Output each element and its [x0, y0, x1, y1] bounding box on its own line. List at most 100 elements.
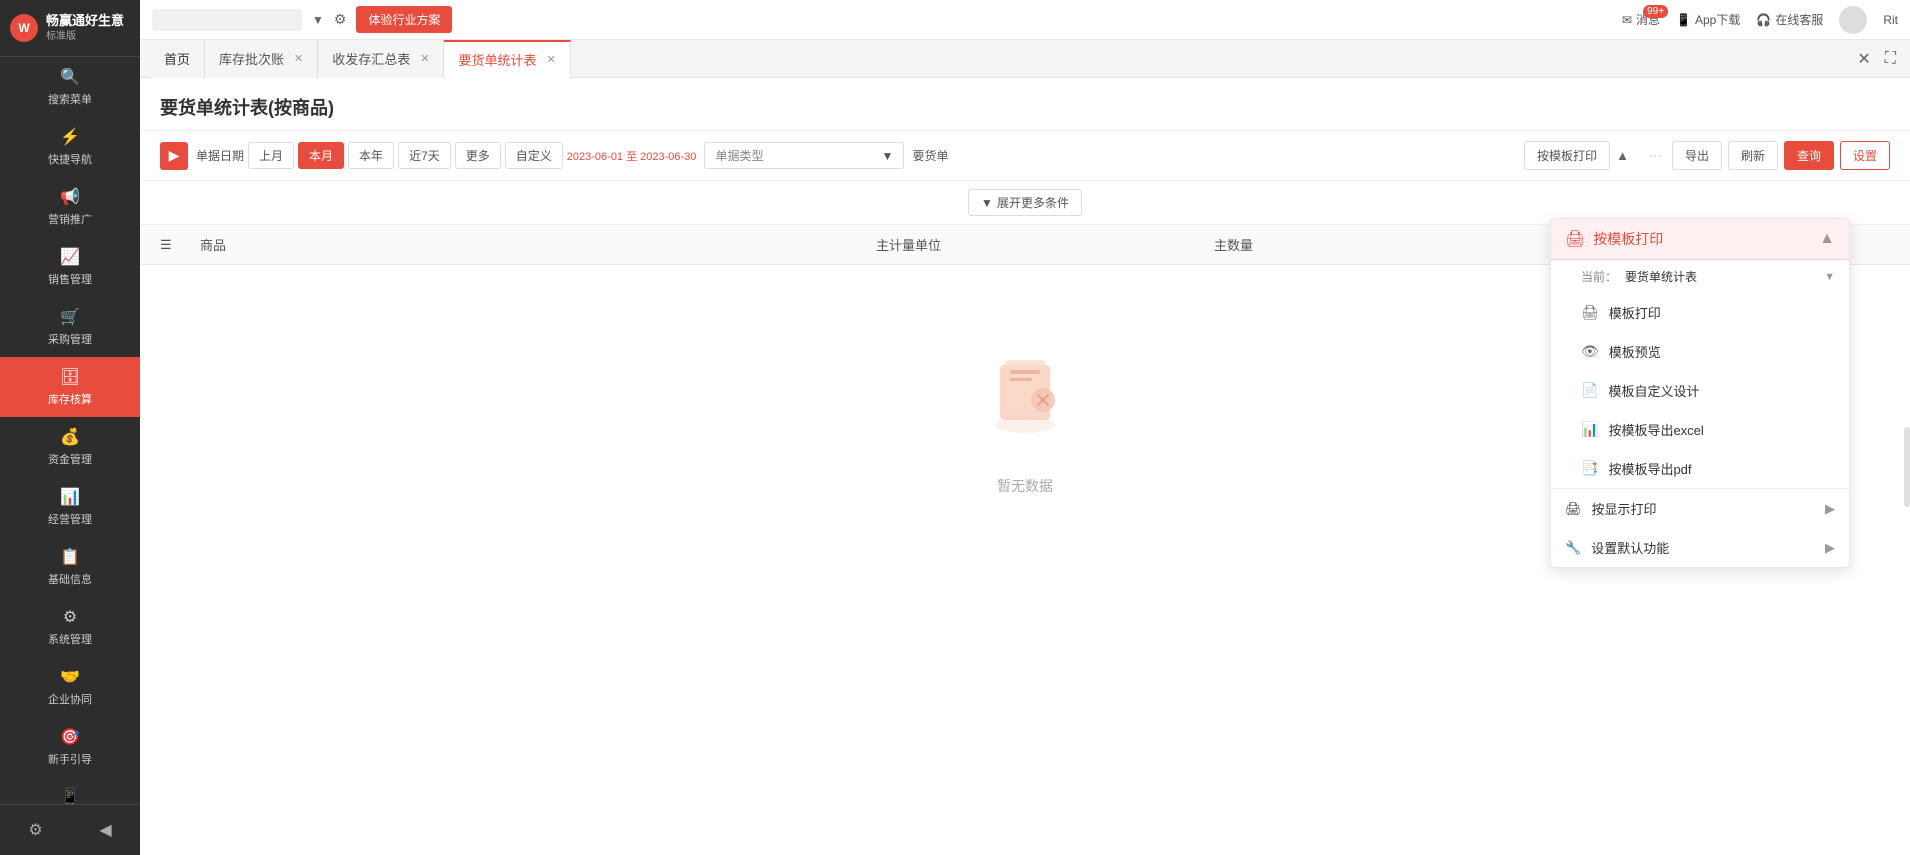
sidebar-item-quick-nav[interactable]: ⚡ 快捷导航 — [0, 117, 140, 177]
display-print-arrow-icon: ▶ — [1825, 501, 1835, 517]
date-btn-custom[interactable]: 自定义 — [505, 142, 563, 169]
dropdown-item-export-excel[interactable]: 📊 按模板导出excel — [1551, 410, 1849, 449]
template-preview-label: 模板预览 — [1609, 342, 1661, 361]
sidebar-item-label-finance: 资金管理 — [48, 451, 92, 467]
topbar: ▼ ⚙ 体验行业方案 ✉ 消息 99+ 📱 App下载 🎧 在线客服 Rit — [140, 0, 1910, 40]
dropdown-section-templates: 🖨 模板打印 👁 模板预览 📄 模板自定义设计 📊 按模板导出excel 📑 — [1551, 293, 1849, 489]
topbar-dropdown-btn[interactable]: ▼ — [312, 13, 324, 27]
print-template-up-icon[interactable]: ▲ — [1616, 148, 1629, 163]
sidebar-collapse-btn[interactable]: ◀ — [94, 815, 116, 845]
date-range-text: 2023-06-01 至 2023-06-30 — [567, 148, 697, 164]
query-btn[interactable]: 查询 — [1784, 141, 1834, 170]
dropdown-close-btn[interactable]: ▲ — [1819, 230, 1835, 248]
expand-filter-btn[interactable]: ▶ — [160, 142, 188, 170]
sidebar-item-sales[interactable]: 📈 销售管理 — [0, 237, 140, 297]
sidebar-item-purchase[interactable]: 🛒 采购管理 — [0, 297, 140, 357]
tab-inventory-batch-label: 库存批次账 — [219, 49, 284, 68]
system-icon: ⚙ — [63, 607, 77, 627]
sidebar-item-cooperation[interactable]: 🤝 企业协同 — [0, 657, 140, 717]
expand-more-btn[interactable]: ▼ 展开更多条件 — [968, 189, 1082, 216]
dropdown-item-template-print[interactable]: 🖨 模板打印 — [1551, 293, 1849, 332]
app-download-label: App下载 — [1695, 11, 1740, 28]
dropdown-set-default[interactable]: 🔧 设置默认功能 ▶ — [1551, 528, 1849, 567]
sidebar-item-label-inventory: 库存核算 — [48, 391, 92, 407]
template-preview-icon: 👁 — [1581, 343, 1599, 360]
sidebar-item-marketing[interactable]: 📢 营销推广 — [0, 177, 140, 237]
app-center-icon: 📱 — [60, 787, 80, 804]
template-custom-label: 模板自定义设计 — [1608, 381, 1699, 400]
order-type-dropdown[interactable]: 单据类型 ▼ — [704, 142, 904, 169]
date-btn-last-month[interactable]: 上月 — [248, 142, 294, 169]
sidebar-item-finance[interactable]: 💰 资金管理 — [0, 417, 140, 477]
sidebar-item-search[interactable]: 🔍 搜索菜单 — [0, 57, 140, 117]
sidebar-bottom: ⚙ ◀ — [0, 804, 140, 855]
promo-button[interactable]: 体验行业方案 — [356, 6, 452, 33]
col-checkbox[interactable]: ☰ — [160, 237, 200, 253]
empty-icon — [975, 345, 1075, 464]
date-btn-more[interactable]: 更多 — [455, 142, 501, 169]
export-btn[interactable]: 导出 — [1672, 141, 1722, 170]
print-template-btn[interactable]: 按模板打印 — [1524, 141, 1610, 170]
tab-order-stats-close[interactable]: ✕ — [547, 53, 556, 66]
sidebar-settings-btn[interactable]: ⚙ — [23, 815, 47, 845]
sidebar-logo: W 畅赢通好生意 标准版 — [0, 0, 140, 57]
date-btn-this-year[interactable]: 本年 — [348, 142, 394, 169]
dropdown-current-item[interactable]: 当前： 要货单统计表 ▼ — [1551, 260, 1849, 293]
purchase-icon: 🛒 — [60, 307, 80, 327]
date-filter-label: 单据日期 — [196, 147, 244, 164]
tab-maximize-btn[interactable]: ⛶ — [1881, 46, 1900, 72]
tabs-bar-actions: ✕ ⛶ — [1853, 45, 1910, 73]
tab-order-stats[interactable]: 要货单统计表 ✕ — [444, 40, 570, 78]
sidebar-item-label-sales: 销售管理 — [48, 271, 92, 287]
sidebar-nav: 🔍 搜索菜单 ⚡ 快捷导航 📢 营销推广 📈 销售管理 🛒 采购管理 🗄 库存核… — [0, 57, 140, 804]
tab-receipts-summary-close[interactable]: ✕ — [420, 52, 429, 65]
col-unit: 主计量单位 — [876, 235, 1214, 254]
tab-order-stats-label: 要货单统计表 — [458, 50, 536, 69]
dropdown-title: 按模板打印 — [1593, 229, 1663, 249]
sidebar-item-system[interactable]: ⚙ 系统管理 — [0, 597, 140, 657]
dropdown-item-template-custom[interactable]: 📄 模板自定义设计 — [1551, 371, 1849, 410]
user-avatar[interactable] — [1839, 6, 1867, 34]
sidebar-item-guide[interactable]: 🎯 新手引导 — [0, 717, 140, 777]
date-btn-this-month[interactable]: 本月 — [298, 142, 344, 169]
col-checkbox-icon: ☰ — [160, 237, 172, 252]
dropdown-display-print[interactable]: 🖨 按显示打印 ▶ — [1551, 489, 1849, 528]
tab-inventory-batch-close[interactable]: ✕ — [294, 52, 303, 65]
sidebar-item-app-center[interactable]: 📱 应用中心 — [0, 777, 140, 804]
dropdown-item-template-preview[interactable]: 👁 模板预览 — [1551, 332, 1849, 371]
tab-close-all-btn[interactable]: ✕ — [1853, 45, 1874, 73]
date-btn-7days[interactable]: 近7天 — [398, 142, 451, 169]
order-type-arrow-icon: ▼ — [882, 149, 894, 163]
page-title: 要货单统计表(按商品) — [160, 94, 1890, 120]
basic-info-icon: 📋 — [60, 547, 80, 567]
empty-text: 暂无数据 — [997, 476, 1053, 496]
online-service-btn[interactable]: 🎧 在线客服 — [1756, 11, 1823, 28]
set-default-arrow-icon: ▶ — [1825, 540, 1835, 556]
sidebar-item-basic-info[interactable]: 📋 基础信息 — [0, 537, 140, 597]
export-excel-icon: 📊 — [1581, 421, 1598, 438]
col-qty: 主数量 — [1214, 235, 1552, 254]
app-download-btn[interactable]: 📱 App下载 — [1676, 11, 1740, 28]
search-input[interactable] — [152, 9, 302, 31]
username-label[interactable]: Rit — [1883, 13, 1898, 27]
settings-btn[interactable]: 设置 — [1840, 141, 1890, 170]
brand-name: 畅赢通好生意 — [46, 12, 124, 30]
expand-more-icon: ▼ — [981, 196, 993, 210]
sidebar-item-inventory[interactable]: 🗄 库存核算 — [0, 357, 140, 417]
tab-receipts-summary[interactable]: 收发存汇总表 ✕ — [318, 40, 444, 78]
search-icon: 🔍 — [60, 67, 80, 87]
guide-icon: 🎯 — [60, 727, 80, 747]
messages-btn[interactable]: ✉ 消息 99+ — [1622, 11, 1660, 28]
export-pdf-icon: 📑 — [1581, 460, 1598, 477]
dropdown-item-export-pdf[interactable]: 📑 按模板导出pdf — [1551, 449, 1849, 488]
topbar-settings-icon[interactable]: ⚙ — [334, 11, 347, 28]
print-template-group: 按模板打印 ▲ — [1524, 141, 1629, 170]
content-scrollbar[interactable] — [1904, 427, 1910, 507]
sidebar-item-operations[interactable]: 📊 经营管理 — [0, 477, 140, 537]
dropdown-header: 🖨 按模板打印 ▲ — [1551, 219, 1849, 260]
sidebar: W 畅赢通好生意 标准版 🔍 搜索菜单 ⚡ 快捷导航 📢 营销推广 📈 销售管理… — [0, 0, 140, 855]
tab-inventory-batch[interactable]: 库存批次账 ✕ — [205, 40, 318, 78]
refresh-btn[interactable]: 刷新 — [1728, 141, 1778, 170]
export-excel-label: 按模板导出excel — [1608, 420, 1703, 439]
tab-home[interactable]: 首页 — [150, 40, 205, 78]
